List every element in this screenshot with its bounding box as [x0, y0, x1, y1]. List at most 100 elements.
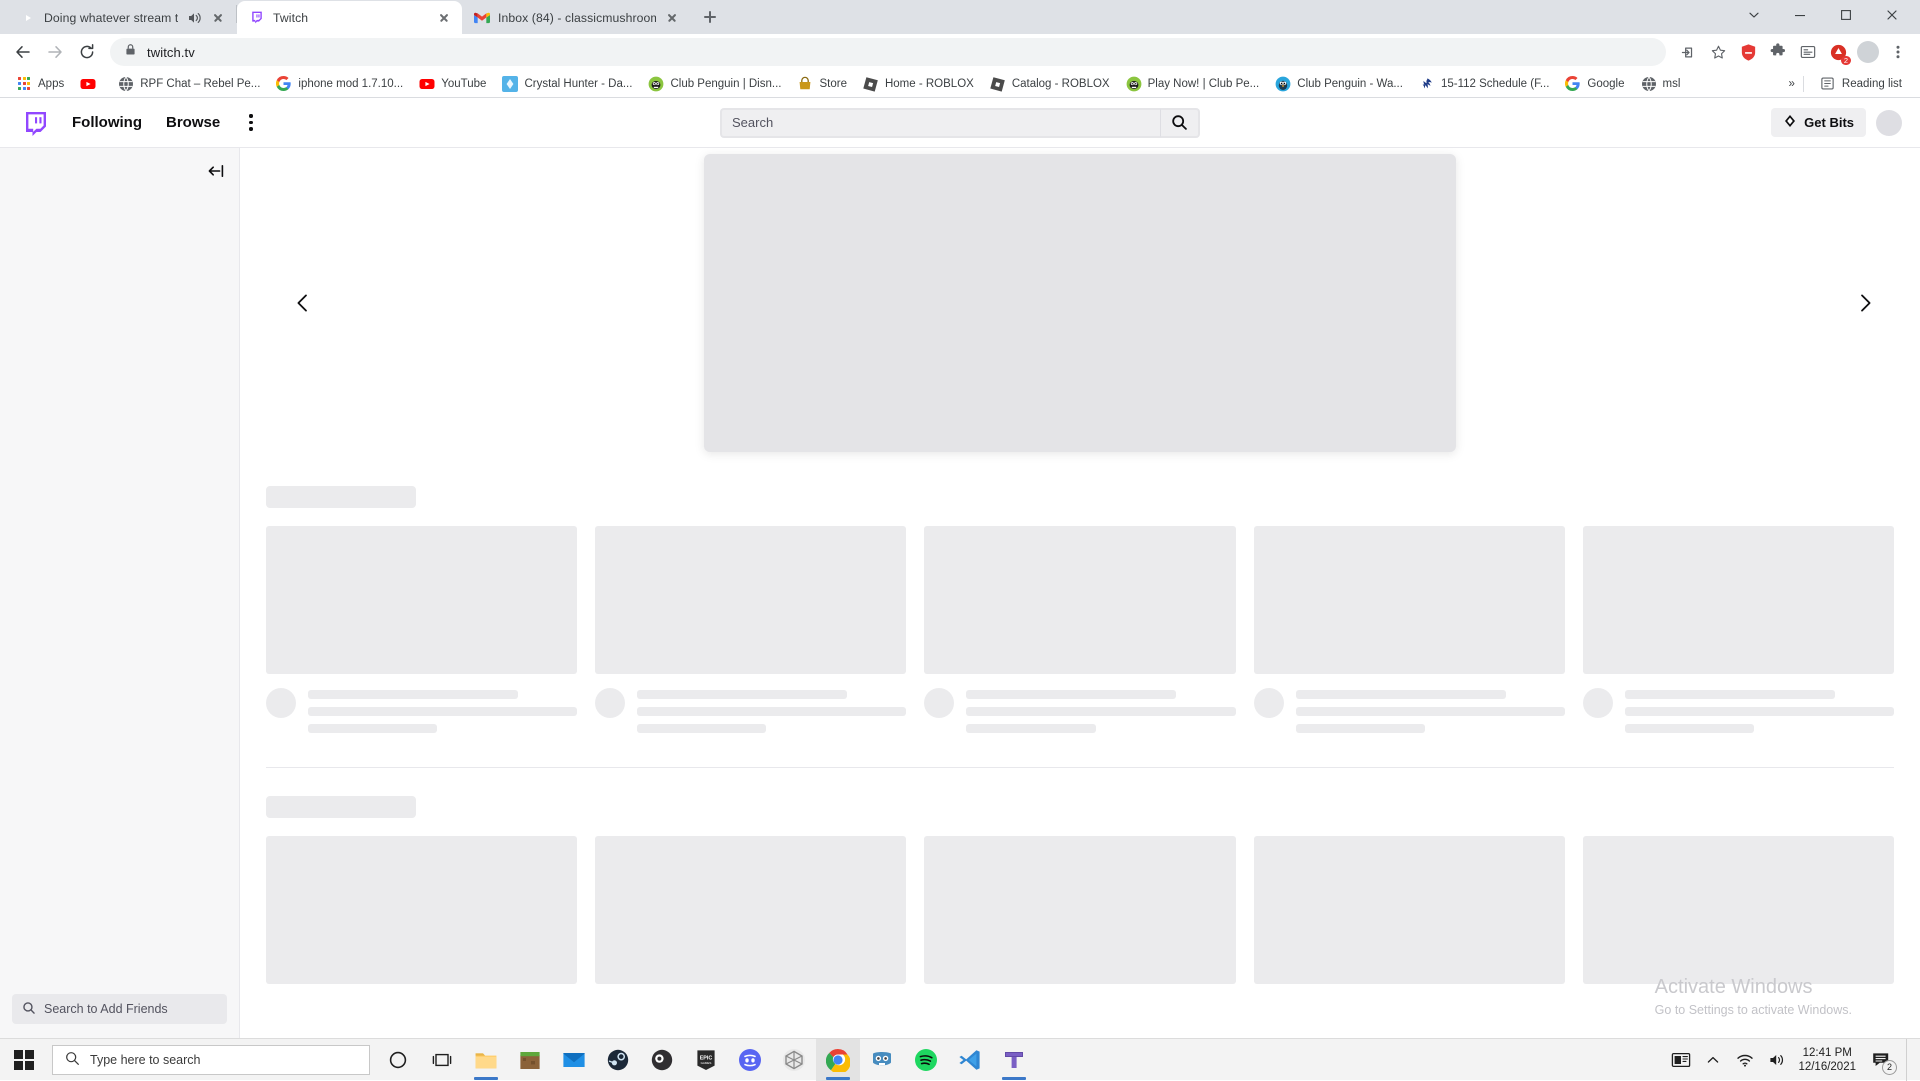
bookmark-youtube-1[interactable]	[72, 73, 110, 95]
taskbar-clock[interactable]: 12:41 PM 12/16/2021	[1798, 1046, 1856, 1074]
thumbnail-placeholder	[266, 836, 577, 984]
bookmark-crystal-hunter[interactable]: Crystal Hunter - Da...	[494, 73, 640, 95]
volume-icon[interactable]	[1766, 1049, 1788, 1071]
twitch-logo-icon[interactable]	[22, 109, 50, 137]
thumbnail-placeholder	[595, 526, 906, 674]
show-desktop-button[interactable]	[1906, 1039, 1914, 1081]
browser-toolbar: twitch.tv 2	[0, 34, 1920, 70]
avatar[interactable]	[1876, 110, 1902, 136]
youtube-icon	[20, 10, 36, 26]
nav-following[interactable]: Following	[62, 109, 152, 136]
profile-avatar[interactable]	[1854, 38, 1882, 66]
tetris-icon[interactable]	[992, 1039, 1036, 1081]
cortana-icon[interactable]	[376, 1039, 420, 1081]
maximize-window-button[interactable]	[1824, 0, 1868, 30]
tab-close-button[interactable]	[436, 10, 452, 26]
wifi-icon[interactable]	[1734, 1049, 1756, 1071]
taskbar-search-input[interactable]: Type here to search	[52, 1045, 370, 1075]
stream-card-placeholder	[595, 526, 906, 733]
share-icon[interactable]	[1674, 38, 1702, 66]
roblox-store-icon	[797, 76, 813, 92]
adblock-extension-icon[interactable]	[1734, 38, 1762, 66]
windows-start-icon[interactable]	[0, 1039, 48, 1081]
bookmark-label: msl	[1663, 78, 1681, 90]
task-view-icon[interactable]	[420, 1039, 464, 1081]
tab-title: Twitch	[273, 11, 428, 25]
bookmark-catalog-roblox[interactable]: Catalog - ROBLOX	[982, 73, 1118, 95]
bookmark-google[interactable]: Google	[1557, 73, 1632, 95]
spotify-icon[interactable]	[904, 1039, 948, 1081]
bookmark-club-penguin-wa[interactable]: Club Penguin - Wa...	[1267, 73, 1411, 95]
bookmark-play-now-club-penguin[interactable]: Play Now! | Club Pe...	[1118, 73, 1268, 95]
browser-tab-gmail[interactable]: Inbox (84) - classicmushroombus	[462, 1, 690, 34]
tablet-mode-icon[interactable]	[1670, 1049, 1692, 1071]
bookmark-home-roblox[interactable]: Home - ROBLOX	[855, 73, 982, 95]
stream-card-placeholder	[924, 836, 1235, 984]
tab-close-button[interactable]	[664, 10, 680, 26]
get-bits-button[interactable]: Get Bits	[1771, 108, 1866, 137]
close-window-button[interactable]	[1870, 0, 1914, 30]
minecraft-icon[interactable]	[508, 1039, 552, 1081]
epic-games-icon[interactable]: EPICGAMES	[684, 1039, 728, 1081]
reading-mode-icon[interactable]	[1794, 38, 1822, 66]
obs-icon[interactable]	[640, 1039, 684, 1081]
kebab-menu-icon[interactable]	[1884, 38, 1912, 66]
file-explorer-icon[interactable]	[464, 1039, 508, 1081]
action-center-icon[interactable]: 2	[1866, 1047, 1896, 1073]
extensions-puzzle-icon[interactable]	[1764, 38, 1792, 66]
bookmark-msl[interactable]: msl	[1633, 73, 1689, 95]
bookmarks-overflow-button[interactable]: »	[1789, 78, 1795, 90]
star-icon[interactable]	[1704, 38, 1732, 66]
extension-with-badge-icon[interactable]: 2	[1824, 38, 1852, 66]
bookmark-iphone-mod[interactable]: iphone mod 1.7.10...	[268, 73, 411, 95]
steam-icon[interactable]	[596, 1039, 640, 1081]
bookmark-rpf-chat[interactable]: RPF Chat – Rebel Pe...	[110, 73, 268, 95]
bookmark-club-penguin-disney[interactable]: Club Penguin | Disn...	[640, 73, 789, 95]
bookmark-youtube-2[interactable]: YouTube	[411, 73, 494, 95]
notification-count-badge: 2	[1882, 1060, 1897, 1075]
bookmark-15112-schedule[interactable]: 15-112 Schedule (F...	[1411, 73, 1557, 95]
tab-close-button[interactable]	[210, 10, 226, 26]
tab-audio-icon[interactable]	[186, 10, 202, 26]
chrome-icon[interactable]	[816, 1039, 860, 1081]
reading-list-button[interactable]: Reading list	[1812, 73, 1910, 95]
text-placeholder	[1625, 688, 1894, 733]
discord-icon[interactable]	[728, 1039, 772, 1081]
stream-card-placeholder	[1254, 526, 1565, 733]
mail-icon[interactable]	[552, 1039, 596, 1081]
browser-tab-twitch[interactable]: Twitch	[237, 1, 462, 34]
more-options-icon[interactable]	[238, 110, 264, 136]
stream-card-placeholder	[1254, 836, 1565, 984]
search-button[interactable]	[1160, 108, 1200, 138]
show-hidden-icons-chevron[interactable]	[1702, 1049, 1724, 1071]
chrome-browser-window: Doing whatever stream tells Twitch Inbox…	[0, 0, 1920, 1038]
bookmark-store[interactable]: Store	[789, 73, 855, 95]
bookmark-label: 15-112 Schedule (F...	[1441, 78, 1549, 90]
tab-strip: Doing whatever stream tells Twitch Inbox…	[0, 0, 1920, 34]
reload-icon[interactable]	[72, 37, 102, 67]
chevron-down-icon[interactable]	[1732, 0, 1776, 30]
carousel-prev-button[interactable]	[288, 288, 318, 318]
nav-browse[interactable]: Browse	[156, 109, 230, 136]
bookmarks-bar: Apps RPF Chat – Rebel Pe... iphone mod 1…	[0, 70, 1920, 98]
minimize-window-button[interactable]	[1778, 0, 1822, 30]
browser-tab-youtube[interactable]: Doing whatever stream tells	[8, 1, 236, 34]
search-input[interactable]: Search	[720, 108, 1160, 138]
address-bar[interactable]: twitch.tv	[110, 38, 1666, 66]
new-tab-button[interactable]	[696, 3, 724, 31]
back-arrow-icon[interactable]	[8, 37, 38, 67]
bookmark-label: YouTube	[441, 78, 486, 90]
search-to-add-friends-input[interactable]: Search to Add Friends	[12, 994, 227, 1024]
bookmark-label: RPF Chat – Rebel Pe...	[140, 78, 260, 90]
twitch-main-content	[240, 148, 1920, 1038]
bookmark-apps[interactable]: Apps	[8, 73, 72, 95]
forward-arrow-icon[interactable]	[40, 37, 70, 67]
globe-icon	[118, 76, 134, 92]
carousel-next-button[interactable]	[1850, 288, 1880, 318]
unity-icon[interactable]	[772, 1039, 816, 1081]
godot-icon[interactable]	[860, 1039, 904, 1081]
collapse-sidebar-icon[interactable]	[201, 156, 231, 186]
thumbnail-placeholder	[1254, 526, 1565, 674]
vscode-icon[interactable]	[948, 1039, 992, 1081]
shelf-loading-1	[240, 486, 1920, 733]
